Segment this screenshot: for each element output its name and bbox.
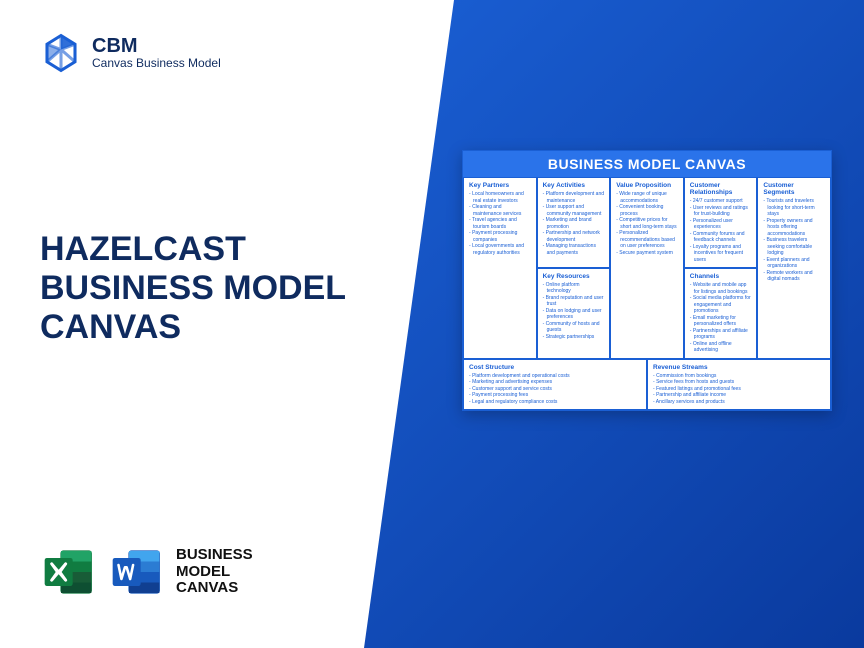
list-item: Remote workers and digital nomads — [763, 270, 825, 283]
cell-key-activities: Key Activities Platform development and … — [537, 177, 611, 268]
list-item: Brand reputation and user trust — [543, 295, 605, 308]
list-item: Strategic partnerships — [543, 334, 605, 341]
brand-logo: CBM Canvas Business Model — [40, 32, 221, 74]
cell-heading: Cost Structure — [469, 364, 641, 371]
title-line: CANVAS — [40, 308, 346, 347]
cell-heading: Key Activities — [543, 182, 605, 189]
cell-heading: Customer Relationships — [690, 182, 752, 196]
cell-channels: Channels Website and mobile app for list… — [684, 268, 758, 359]
list-item: User reviews and ratings for trust-build… — [690, 205, 752, 218]
excel-icon — [40, 544, 96, 600]
canvas-grid-bottom: Cost Structure Platform development and … — [463, 359, 831, 411]
cell-list: Website and mobile app for listings and … — [690, 282, 752, 354]
list-item: Event planners and organizations — [763, 257, 825, 270]
list-item: Online and offline advertising — [690, 341, 752, 354]
list-item: Convenient booking process — [616, 204, 678, 217]
cell-list: 24/7 customer supportUser reviews and ra… — [690, 198, 752, 263]
apps-label: BUSINESS MODEL CANVAS — [176, 547, 253, 597]
cell-list: Platform development and maintenanceUser… — [543, 191, 605, 256]
cell-key-partners: Key Partners Local homeowners and real e… — [463, 177, 537, 359]
hexagon-icon — [40, 32, 82, 74]
title-line: BUSINESS MODEL — [40, 269, 346, 308]
logo-subtitle: Canvas Business Model — [92, 57, 221, 70]
cell-heading: Revenue Streams — [653, 364, 825, 371]
cell-heading: Customer Segments — [763, 182, 825, 196]
list-item: Local governments and regulatory authori… — [469, 243, 531, 256]
list-item: Cleaning and maintenance services — [469, 204, 531, 217]
list-item: Legal and regulatory compliance costs — [469, 399, 641, 406]
list-item: Online platform technology — [543, 282, 605, 295]
list-item: Website and mobile app for listings and … — [690, 282, 752, 295]
list-item: User support and community management — [543, 204, 605, 217]
cell-list: Commission from bookingsService fees fro… — [653, 373, 825, 406]
list-item: Ancillary services and products — [653, 399, 825, 406]
title-line: HAZELCAST — [40, 230, 346, 269]
word-icon — [108, 544, 164, 600]
list-item: Payment processing companies — [469, 230, 531, 243]
list-item: Wide range of unique accommodations — [616, 191, 678, 204]
list-item: Property owners and hosts offering accom… — [763, 218, 825, 238]
list-item: Personalized recommendations based on us… — [616, 230, 678, 250]
list-item: Partnership and network development — [543, 230, 605, 243]
list-item: 24/7 customer support — [690, 198, 752, 205]
cell-key-resources: Key Resources Online platform technology… — [537, 268, 611, 359]
canvas-title: BUSINESS MODEL CANVAS — [463, 151, 831, 177]
canvas-grid-top: Key Partners Local homeowners and real e… — [463, 177, 831, 359]
list-item: Secure payment system — [616, 250, 678, 257]
canvas-preview: BUSINESS MODEL CANVAS Key Partners Local… — [462, 150, 832, 411]
cell-customer-relationships: Customer Relationships 24/7 customer sup… — [684, 177, 758, 268]
list-item: Marketing and brand promotion — [543, 217, 605, 230]
list-item: Community forums and feedback channels — [690, 231, 752, 244]
list-item: Email marketing for personalized offers — [690, 315, 752, 328]
list-item: Loyalty programs and incentives for freq… — [690, 244, 752, 264]
list-item: Data on lodging and user preferences — [543, 308, 605, 321]
list-item: Business travelers seeking comfortable l… — [763, 237, 825, 257]
list-item: Social media platforms for engagement an… — [690, 295, 752, 315]
list-item: Tourists and travelers looking for short… — [763, 198, 825, 218]
cell-list: Platform development and operational cos… — [469, 373, 641, 406]
list-item: Personalized user experiences — [690, 218, 752, 231]
cell-list: Online platform technologyBrand reputati… — [543, 282, 605, 341]
logo-abbr: CBM — [92, 35, 221, 57]
cell-list: Tourists and travelers looking for short… — [763, 198, 825, 283]
apps-label-line: CANVAS — [176, 580, 253, 597]
cell-cost-structure: Cost Structure Platform development and … — [463, 359, 647, 411]
cell-value-proposition: Value Proposition Wide range of unique a… — [610, 177, 684, 359]
cell-list: Wide range of unique accommodationsConve… — [616, 191, 678, 256]
apps-label-line: BUSINESS — [176, 547, 253, 564]
list-item: Platform development and maintenance — [543, 191, 605, 204]
cell-heading: Key Resources — [543, 273, 605, 280]
list-item: Managing transactions and payments — [543, 243, 605, 256]
list-item: Community of hosts and guests — [543, 321, 605, 334]
page-title: HAZELCAST BUSINESS MODEL CANVAS — [40, 230, 346, 347]
cell-revenue-streams: Revenue Streams Commission from bookings… — [647, 359, 831, 411]
cell-heading: Channels — [690, 273, 752, 280]
list-item: Local homeowners and real estate investo… — [469, 191, 531, 204]
list-item: Competitive prices for short and long-te… — [616, 217, 678, 230]
list-item: Travel agencies and tourism boards — [469, 217, 531, 230]
cell-customer-segments: Customer Segments Tourists and travelers… — [757, 177, 831, 359]
cell-heading: Value Proposition — [616, 182, 678, 189]
apps-label-line: MODEL — [176, 564, 253, 581]
app-icons-group: BUSINESS MODEL CANVAS — [40, 544, 253, 600]
cell-heading: Key Partners — [469, 182, 531, 189]
page: CBM Canvas Business Model HAZELCAST BUSI… — [0, 0, 864, 648]
cell-list: Local homeowners and real estate investo… — [469, 191, 531, 256]
list-item: Partnerships and affiliate programs — [690, 328, 752, 341]
